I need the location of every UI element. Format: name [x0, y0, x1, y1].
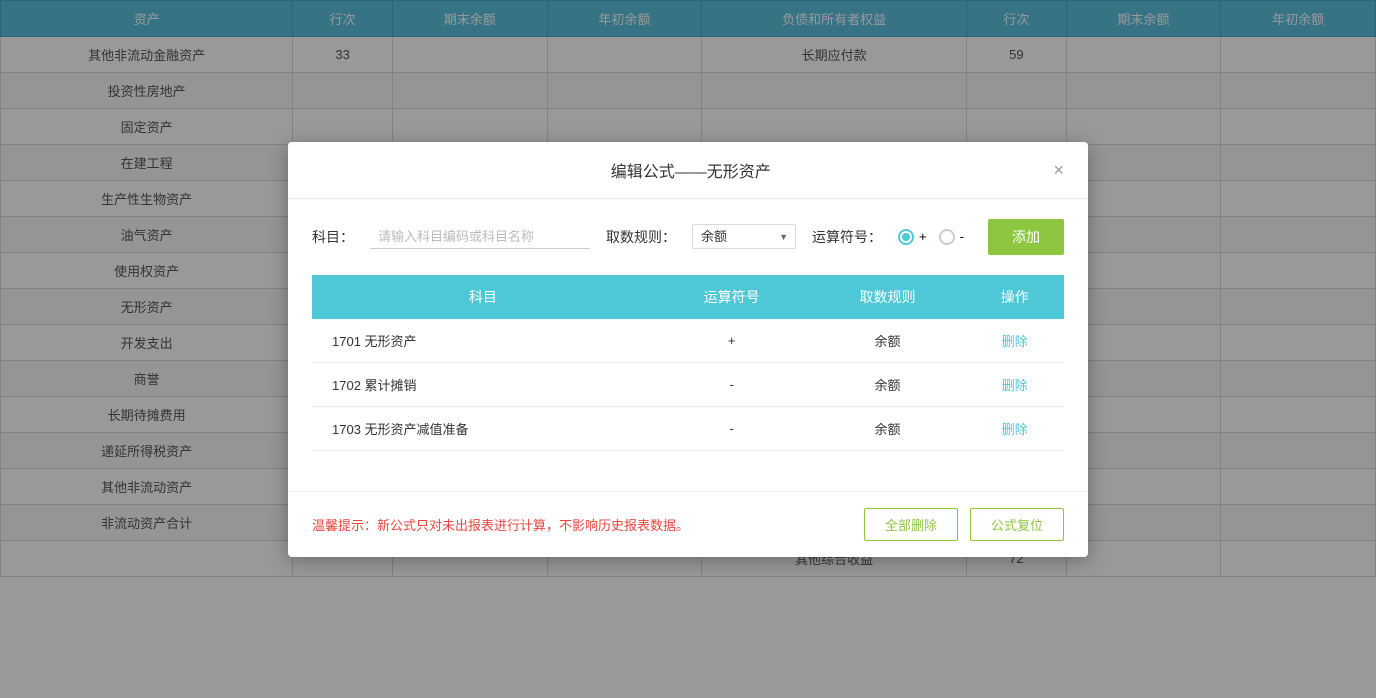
operator-wrap: + - [898, 229, 964, 245]
fetch-rule-select-wrap: 余额 借方发生额 贷方发生额 净发生额 [692, 224, 796, 249]
radio-plus[interactable]: + [898, 229, 927, 245]
row-0-rule: 余额 [810, 319, 966, 363]
fetch-rule-select[interactable]: 余额 借方发生额 贷方发生额 净发生额 [692, 224, 796, 249]
add-button[interactable]: 添加 [988, 219, 1064, 255]
footer-tip-text: 温馨提示：新公式只对未出报表进行计算，不影响历史报表数据。 [312, 518, 689, 533]
page-container: 资产 行次 期末余额 年初余额 负债和所有者权益 行次 期末余额 年初余额 其他… [0, 0, 1376, 698]
delete-button-1[interactable]: 删除 [1002, 375, 1028, 394]
row-1-operator: - [654, 362, 810, 406]
row-0-action: 删除 [965, 319, 1064, 363]
radio-minus-icon[interactable] [939, 229, 955, 245]
table-row: 1701 无形资产 + 余额 删除 [312, 319, 1064, 363]
col-subject: 科目 [312, 275, 654, 319]
modal-body: 科目： 取数规则： 余额 借方发生额 贷方发生额 净发生额 运算符号： [288, 199, 1088, 491]
edit-formula-modal: 编辑公式——无形资产 × 科目： 取数规则： 余额 借方发生额 贷方发生额 净 [288, 142, 1088, 557]
delete-button-2[interactable]: 删除 [1002, 419, 1028, 438]
row-2-operator: - [654, 406, 810, 450]
row-1-action: 删除 [965, 362, 1064, 406]
form-row: 科目： 取数规则： 余额 借方发生额 贷方发生额 净发生额 运算符号： [312, 219, 1064, 255]
row-0-subject: 1701 无形资产 [312, 319, 654, 363]
delete-all-button[interactable]: 全部删除 [864, 508, 958, 541]
modal-header: 编辑公式——无形资产 × [288, 142, 1088, 199]
col-operator: 运算符号 [654, 275, 810, 319]
formula-table: 科目 运算符号 取数规则 操作 1701 无形资产 + 余额 删除 [312, 275, 1064, 451]
table-header-row: 科目 运算符号 取数规则 操作 [312, 275, 1064, 319]
modal-title: 编辑公式——无形资产 [332, 158, 1049, 182]
modal-overlay: 编辑公式——无形资产 × 科目： 取数规则： 余额 借方发生额 贷方发生额 净 [0, 0, 1376, 698]
fetch-rule-label: 取数规则： [606, 227, 676, 247]
radio-plus-icon[interactable] [898, 229, 914, 245]
row-2-action: 删除 [965, 406, 1064, 450]
col-action: 操作 [965, 275, 1064, 319]
delete-button-0[interactable]: 删除 [1002, 331, 1028, 350]
table-row: 1703 无形资产减值准备 - 余额 删除 [312, 406, 1064, 450]
radio-minus[interactable]: - [939, 229, 964, 245]
col-rule: 取数规则 [810, 275, 966, 319]
operator-minus-label: - [960, 229, 964, 244]
subject-input[interactable] [370, 225, 590, 249]
row-2-subject: 1703 无形资产减值准备 [312, 406, 654, 450]
close-icon[interactable]: × [1049, 159, 1068, 181]
operator-label: 运算符号： [812, 227, 882, 247]
row-2-rule: 余额 [810, 406, 966, 450]
reset-formula-button[interactable]: 公式复位 [970, 508, 1064, 541]
row-1-subject: 1702 累计摊销 [312, 362, 654, 406]
footer-buttons: 全部删除 公式复位 [864, 508, 1064, 541]
row-1-rule: 余额 [810, 362, 966, 406]
subject-label: 科目： [312, 227, 354, 247]
modal-footer: 温馨提示：新公式只对未出报表进行计算，不影响历史报表数据。 全部删除 公式复位 [288, 491, 1088, 557]
operator-plus-label: + [919, 229, 927, 244]
footer-tip: 温馨提示：新公式只对未出报表进行计算，不影响历史报表数据。 [312, 515, 689, 534]
table-row: 1702 累计摊销 - 余额 删除 [312, 362, 1064, 406]
row-0-operator: + [654, 319, 810, 363]
